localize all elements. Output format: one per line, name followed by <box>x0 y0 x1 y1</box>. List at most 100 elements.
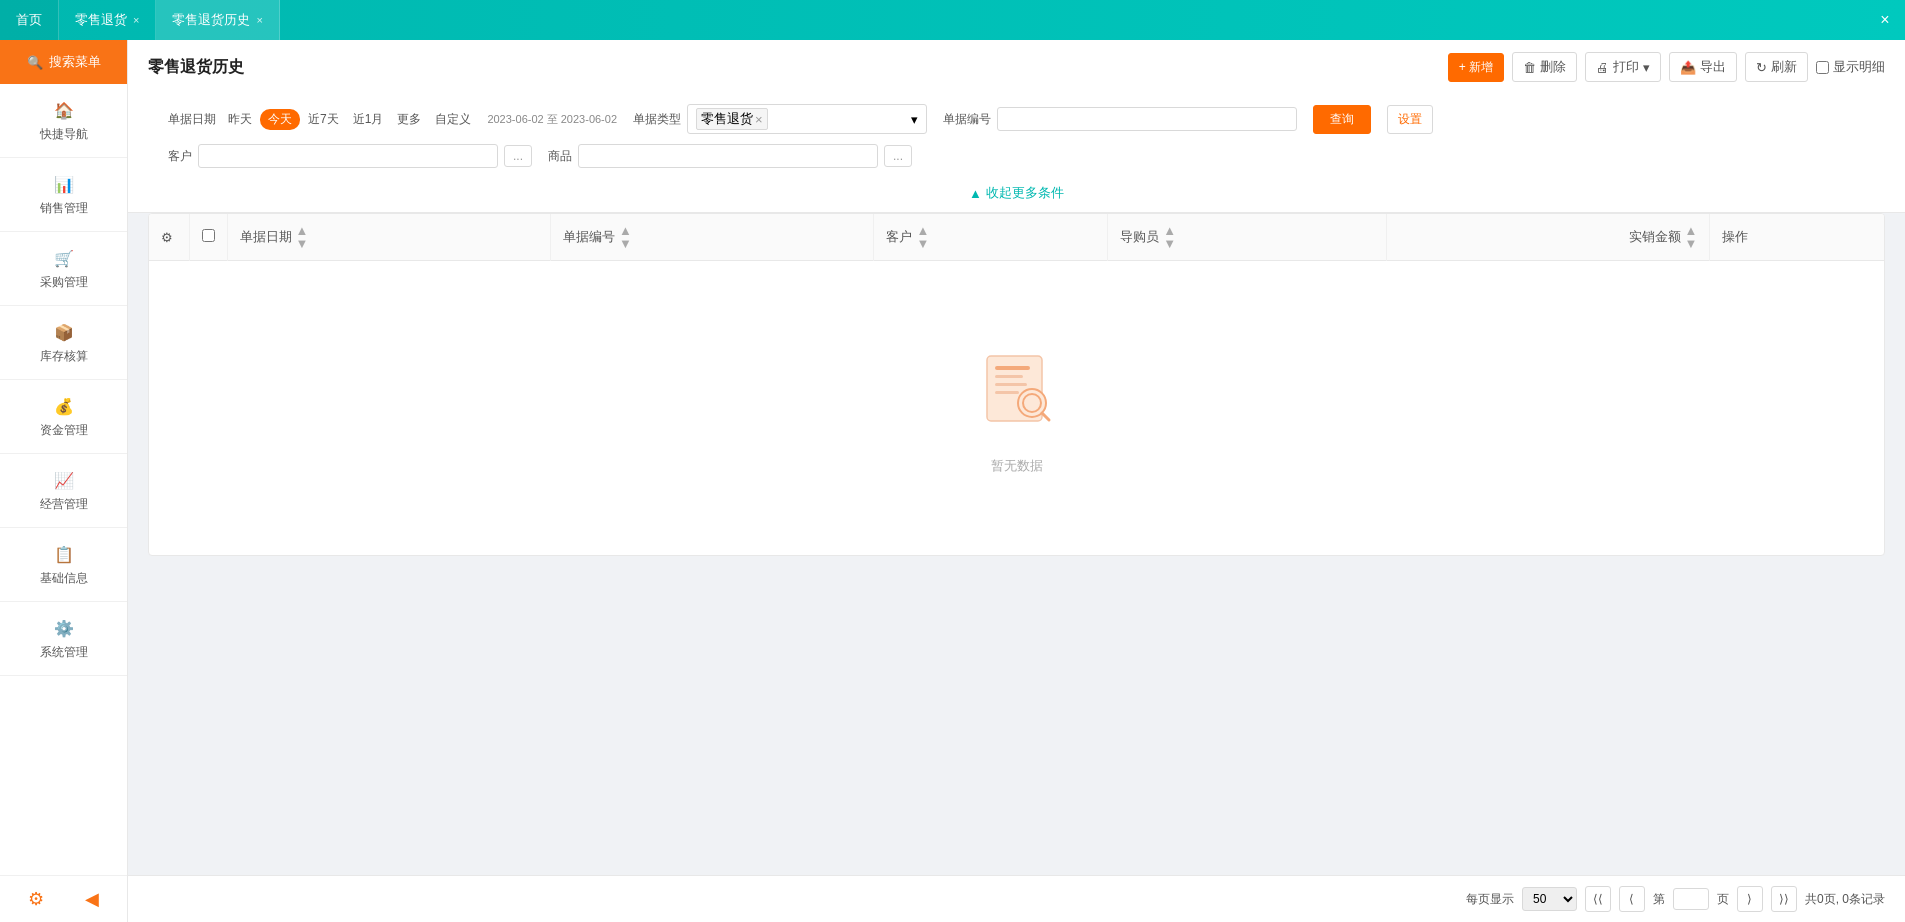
page-title: 零售退货历史 <box>148 57 244 78</box>
doc-number-filter: 单据编号 <box>943 107 1297 131</box>
tab-home-label: 首页 <box>16 11 42 29</box>
collapse-button[interactable]: ▲ 收起更多条件 <box>969 184 1064 202</box>
page-title-row: 零售退货历史 + 新增 🗑 删除 🖨 打印 ▾ 📤 导出 <box>148 52 1885 82</box>
sidebar-item-operations-label: 经营管理 <box>40 496 88 513</box>
column-amount[interactable]: 实销金额 ▲▼ <box>1386 214 1709 261</box>
show-detail-checkbox[interactable] <box>1816 61 1829 74</box>
export-button[interactable]: 📤 导出 <box>1669 52 1737 82</box>
doc-type-select[interactable]: 零售退货 × ▾ <box>687 104 927 134</box>
sort-number[interactable]: 单据编号 ▲▼ <box>563 224 861 250</box>
collapse-up-icon: ▲ <box>969 186 982 201</box>
top-bar: 首页 零售退货 × 零售退货历史 × × <box>0 0 1905 40</box>
column-checkbox[interactable] <box>189 214 227 261</box>
show-detail-checkbox-label[interactable]: 显示明细 <box>1816 58 1885 76</box>
goods-input[interactable] <box>578 144 878 168</box>
filter-area: 单据日期 昨天 今天 近7天 近1月 更多 自定义 2023-06-02 至 2… <box>148 94 1885 212</box>
tab-retail-return-history[interactable]: 零售退货历史 × <box>156 0 279 40</box>
sidebar-toggle-button[interactable]: ◀ <box>85 888 99 910</box>
goods-ellipsis-button[interactable]: ... <box>884 145 912 167</box>
window-close-button[interactable]: × <box>1865 0 1905 40</box>
date-range-display: 2023-06-02 至 2023-06-02 <box>487 112 617 127</box>
select-all-checkbox[interactable] <box>202 229 215 242</box>
data-table: ⚙ 单据日期 ▲▼ <box>149 214 1884 555</box>
svg-line-7 <box>1042 413 1049 420</box>
tab-retail-return-close[interactable]: × <box>133 14 139 26</box>
customer-input[interactable] <box>198 144 498 168</box>
sidebar: 🔍 搜索菜单 🏠 快捷导航 📊 销售管理 🛒 采购管理 📦 库存核算 💰 资金管… <box>0 40 128 922</box>
sidebar-search[interactable]: 🔍 搜索菜单 <box>0 40 127 84</box>
settings-button[interactable]: 设置 <box>1387 105 1433 134</box>
column-actions-label: 操作 <box>1722 229 1748 244</box>
table-wrapper: ⚙ 单据日期 ▲▼ <box>148 213 1885 556</box>
column-date-label: 单据日期 <box>240 228 292 246</box>
sidebar-settings-button[interactable]: ⚙ <box>28 888 44 910</box>
date-btn-yesterday[interactable]: 昨天 <box>222 109 258 130</box>
quick-nav-icon: 🏠 <box>52 98 76 122</box>
new-button[interactable]: + 新增 <box>1448 53 1504 82</box>
date-btn-7days[interactable]: 近7天 <box>302 109 345 130</box>
sort-customer[interactable]: 客户 ▲▼ <box>886 224 1095 250</box>
tab-retail-return[interactable]: 零售退货 × <box>59 0 156 40</box>
sidebar-item-finance[interactable]: 💰 资金管理 <box>0 380 127 454</box>
print-icon: 🖨 <box>1596 60 1609 75</box>
page-next-button[interactable]: ⟩ <box>1737 886 1763 912</box>
page-first-button[interactable]: ⟨⟨ <box>1585 886 1611 912</box>
purchase-icon: 🛒 <box>52 246 76 270</box>
sidebar-item-operations[interactable]: 📈 经营管理 <box>0 454 127 528</box>
date-btn-1month[interactable]: 近1月 <box>347 109 390 130</box>
search-icon: 🔍 <box>27 55 43 70</box>
refresh-button[interactable]: ↻ 刷新 <box>1745 52 1808 82</box>
operations-icon: 📈 <box>52 468 76 492</box>
column-date[interactable]: 单据日期 ▲▼ <box>227 214 550 261</box>
svg-rect-1 <box>995 366 1030 370</box>
column-customer-label: 客户 <box>886 228 912 246</box>
per-page-select[interactable]: 50 20 100 200 <box>1522 887 1577 911</box>
sidebar-item-basic-info-label: 基础信息 <box>40 570 88 587</box>
sidebar-item-quick-nav-label: 快捷导航 <box>40 126 88 143</box>
column-settings[interactable]: ⚙ <box>149 214 189 261</box>
column-customer[interactable]: 客户 ▲▼ <box>874 214 1108 261</box>
delete-button[interactable]: 🗑 删除 <box>1512 52 1577 82</box>
goods-filter-label: 商品 <box>548 148 572 165</box>
page-total: 共0页, 0条记录 <box>1805 891 1885 908</box>
sidebar-item-quick-nav[interactable]: 🏠 快捷导航 <box>0 84 127 158</box>
collapse-label: 收起更多条件 <box>986 184 1064 202</box>
print-label: 打印 <box>1613 58 1639 76</box>
svg-rect-3 <box>995 383 1027 386</box>
doc-type-filter: 单据类型 零售退货 × ▾ <box>633 104 927 134</box>
date-btn-today[interactable]: 今天 <box>260 109 300 130</box>
sidebar-item-purchase[interactable]: 🛒 采购管理 <box>0 232 127 306</box>
print-button[interactable]: 🖨 打印 ▾ <box>1585 52 1661 82</box>
date-btn-more[interactable]: 更多 <box>391 109 427 130</box>
tab-home[interactable]: 首页 <box>0 0 59 40</box>
sidebar-item-sales[interactable]: 📊 销售管理 <box>0 158 127 232</box>
tab-retail-return-label: 零售退货 <box>75 11 127 29</box>
sidebar-bottom: ⚙ ◀ <box>0 875 127 922</box>
column-number[interactable]: 单据编号 ▲▼ <box>550 214 873 261</box>
sidebar-item-purchase-label: 采购管理 <box>40 274 88 291</box>
filter-row-1: 单据日期 昨天 今天 近7天 近1月 更多 自定义 2023-06-02 至 2… <box>168 104 1865 134</box>
column-guide[interactable]: 导购员 ▲▼ <box>1108 214 1387 261</box>
sales-icon: 📊 <box>52 172 76 196</box>
sidebar-item-inventory[interactable]: 📦 库存核算 <box>0 306 127 380</box>
page-prev-button[interactable]: ⟨ <box>1619 886 1645 912</box>
sort-guide[interactable]: 导购员 ▲▼ <box>1120 224 1374 250</box>
empty-state: 暂无数据 <box>149 261 1884 555</box>
sort-date[interactable]: 单据日期 ▲▼ <box>240 224 538 250</box>
doc-type-tag-close[interactable]: × <box>755 112 763 127</box>
sort-amount[interactable]: 实销金额 ▲▼ <box>1399 224 1697 250</box>
sidebar-item-system[interactable]: ⚙️ 系统管理 <box>0 602 127 676</box>
main-layout: 🔍 搜索菜单 🏠 快捷导航 📊 销售管理 🛒 采购管理 📦 库存核算 💰 资金管… <box>0 40 1905 922</box>
date-btn-custom[interactable]: 自定义 <box>429 109 477 130</box>
content-area: 零售退货历史 + 新增 🗑 删除 🖨 打印 ▾ 📤 导出 <box>128 40 1905 922</box>
tab-bar: 首页 零售退货 × 零售退货历史 × <box>0 0 1865 40</box>
query-button[interactable]: 查询 <box>1313 105 1371 134</box>
svg-rect-4 <box>995 391 1019 394</box>
tab-retail-return-history-close[interactable]: × <box>256 14 262 26</box>
column-settings-icon[interactable]: ⚙ <box>161 230 173 245</box>
customer-ellipsis-button[interactable]: ... <box>504 145 532 167</box>
page-last-button[interactable]: ⟩⟩ <box>1771 886 1797 912</box>
page-number-input[interactable]: 1 <box>1673 888 1709 910</box>
sidebar-item-basic-info[interactable]: 📋 基础信息 <box>0 528 127 602</box>
doc-number-input[interactable] <box>997 107 1297 131</box>
